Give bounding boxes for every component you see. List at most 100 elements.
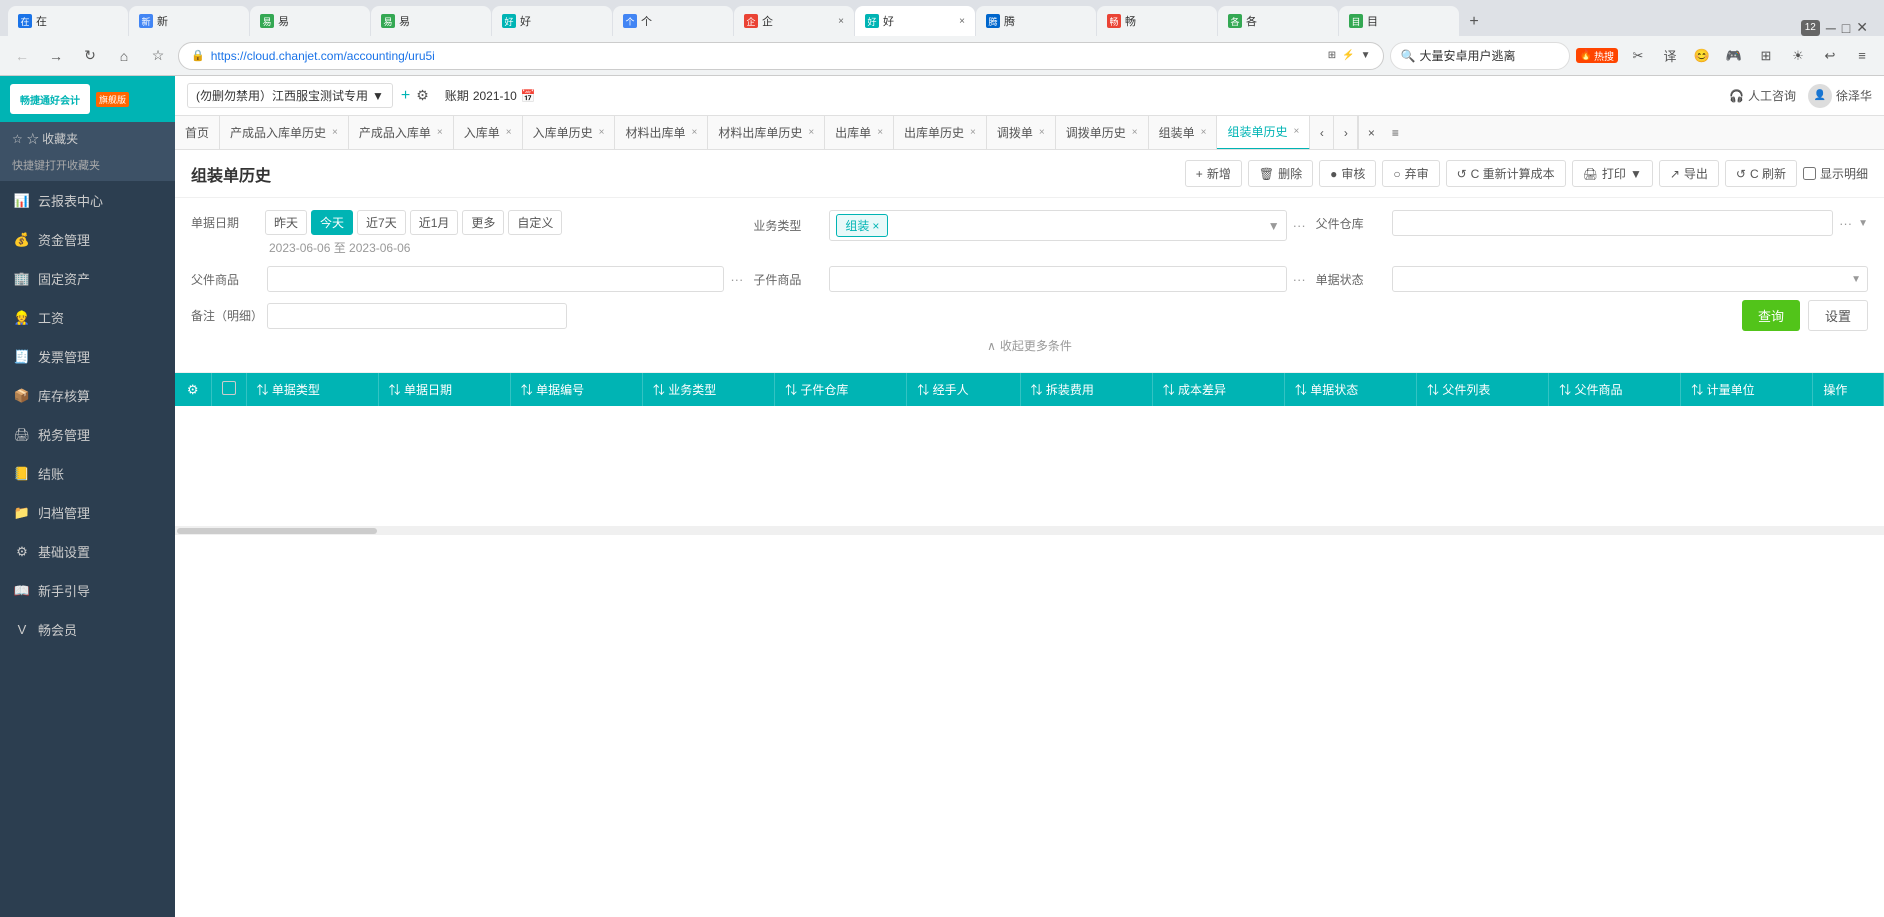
business-type-more[interactable]: ···	[1293, 218, 1306, 233]
browser-tab-1[interactable]: 在 在	[8, 6, 128, 36]
browser-tab-7[interactable]: 企 企 ×	[734, 6, 854, 36]
favorites-section[interactable]: ☆ ☆ 收藏夹	[0, 122, 175, 155]
browser-tab-11[interactable]: 各 各	[1218, 6, 1338, 36]
tab-in-bill[interactable]: 入库单 ×	[454, 116, 523, 150]
browser-tab-5[interactable]: 好 好	[492, 6, 612, 36]
print-button[interactable]: 🖨 打印 ▼	[1572, 160, 1653, 187]
filter-settings-button[interactable]: 设置	[1808, 300, 1868, 331]
address-bar[interactable]: 🔒 https://cloud.chanjet.com/accounting/u…	[178, 42, 1384, 70]
tab-material-out-history[interactable]: 材料出库单历史 ×	[708, 116, 825, 150]
sidebar-item-archive[interactable]: 📁 归档管理	[0, 493, 175, 532]
tab-close-transfer[interactable]: ×	[1039, 127, 1045, 138]
browser-tab-12[interactable]: 目 目	[1339, 6, 1459, 36]
th-parent-goods[interactable]: ⇅ 父件商品	[1549, 373, 1681, 406]
tab-material-out[interactable]: 材料出库单 ×	[615, 116, 708, 150]
tab-home[interactable]: 首页	[175, 116, 220, 150]
child-goods-input[interactable]	[829, 266, 1286, 292]
th-unit[interactable]: ⇅ 计量单位	[1681, 373, 1813, 406]
bookmark-button[interactable]: ☆	[144, 42, 172, 70]
bill-status-select[interactable]: ▼	[1392, 266, 1868, 292]
tab-close-material-out[interactable]: ×	[691, 127, 697, 138]
tab-assembly-history[interactable]: 组装单历史 ×	[1217, 116, 1310, 150]
browser-tab-8[interactable]: 好 好 ×	[855, 6, 975, 36]
tab-close-in-bill[interactable]: ×	[506, 127, 512, 138]
tab-close-material-out-history[interactable]: ×	[808, 127, 814, 138]
parent-goods-more[interactable]: ···	[730, 272, 743, 287]
query-button[interactable]: 查询	[1742, 300, 1800, 331]
refresh-btn[interactable]: ↺ C 刷新	[1725, 160, 1797, 187]
emoji-icon-btn[interactable]: 😊	[1688, 42, 1716, 70]
browser-tab-2[interactable]: 新 新	[129, 6, 249, 36]
sidebar-item-assets[interactable]: 🏢 固定资产	[0, 259, 175, 298]
apps-icon-btn[interactable]: ⊞	[1752, 42, 1780, 70]
tag-remove-icon[interactable]: ×	[872, 219, 879, 233]
company-selector[interactable]: (勿删勿禁用）江西服宝测试专用 ▼	[187, 83, 393, 108]
horizontal-scrollbar[interactable]	[175, 527, 1884, 535]
sidebar-item-settings[interactable]: ⚙ 基础设置	[0, 532, 175, 571]
export-button[interactable]: ↗ 导出	[1659, 160, 1719, 187]
show-detail-checkbox-group[interactable]: 显示明细	[1803, 165, 1868, 182]
sidebar-item-settlement[interactable]: 📒 结账	[0, 454, 175, 493]
today-btn[interactable]: 今天	[311, 210, 353, 235]
sidebar-item-member[interactable]: V 畅会员	[0, 610, 175, 649]
close-button[interactable]: ✕	[1856, 19, 1868, 36]
yesterday-btn[interactable]: 昨天	[265, 210, 307, 235]
new-tab-button[interactable]: +	[1460, 8, 1488, 36]
abandon-button[interactable]: ○ 弃审	[1382, 160, 1439, 187]
browser-tab-10[interactable]: 畅 畅	[1097, 6, 1217, 36]
delete-button[interactable]: 🗑 删除	[1248, 160, 1313, 187]
add-company-btn[interactable]: + ⚙	[401, 87, 429, 105]
sidebar-item-inventory[interactable]: 📦 库存核算	[0, 376, 175, 415]
minimize-button[interactable]: ─	[1826, 20, 1836, 36]
brightness-icon-btn[interactable]: ☀	[1784, 42, 1812, 70]
undo-icon-btn[interactable]: ↩	[1816, 42, 1844, 70]
tab-close-assembly[interactable]: ×	[1201, 127, 1207, 138]
th-bill-status[interactable]: ⇅ 单据状态	[1284, 373, 1416, 406]
tab-close-out-bill[interactable]: ×	[877, 127, 883, 138]
tab-assembly[interactable]: 组装单 ×	[1149, 116, 1218, 150]
refresh-browser-button[interactable]: ↻	[76, 42, 104, 70]
th-handler[interactable]: ⇅ 经手人	[907, 373, 1020, 406]
browser-tab-9[interactable]: 腾 腾	[976, 6, 1096, 36]
business-type-input[interactable]: 组装 × ▼	[829, 210, 1286, 241]
sidebar-item-guide[interactable]: 📖 新手引导	[0, 571, 175, 610]
browser-tab-6[interactable]: 个 个	[613, 6, 733, 36]
search-bar[interactable]: 🔍 大量安卓用户逃离	[1390, 42, 1570, 70]
sidebar-item-tax[interactable]: 🖨 税务管理	[0, 415, 175, 454]
tab-close-transfer-history[interactable]: ×	[1132, 127, 1138, 138]
game-icon-btn[interactable]: 🎮	[1720, 42, 1748, 70]
sidebar-item-invoice[interactable]: 🧾 发票管理	[0, 337, 175, 376]
remark-input[interactable]	[267, 303, 567, 329]
business-type-dropdown-icon[interactable]: ▼	[1268, 219, 1280, 233]
tab-close-in-history[interactable]: ×	[599, 127, 605, 138]
tab-transfer[interactable]: 调拨单 ×	[987, 116, 1056, 150]
th-check[interactable]	[211, 373, 246, 406]
sidebar-item-funds[interactable]: 💰 资金管理	[0, 220, 175, 259]
th-cost-diff[interactable]: ⇅ 成本差异	[1152, 373, 1284, 406]
th-gear[interactable]: ⚙	[175, 373, 211, 406]
period-display[interactable]: 账期 2021-10 📅	[437, 87, 536, 104]
more-tab-action[interactable]: ≡	[1383, 116, 1407, 150]
tab-in-history[interactable]: 入库单历史 ×	[523, 116, 616, 150]
tab-prev-button[interactable]: ‹	[1310, 116, 1334, 150]
sidebar-item-reports[interactable]: 📊 云报表中心	[0, 181, 175, 220]
scissors-icon-btn[interactable]: ✂	[1624, 42, 1652, 70]
maximize-button[interactable]: □	[1842, 20, 1850, 36]
tab-close-8[interactable]: ×	[959, 16, 965, 27]
week-btn[interactable]: 近7天	[357, 210, 406, 235]
th-bill-type[interactable]: ⇅ 单据类型	[246, 373, 378, 406]
month-btn[interactable]: 近1月	[410, 210, 459, 235]
parent-warehouse-input[interactable]	[1392, 210, 1833, 236]
custom-btn[interactable]: 自定义	[508, 210, 562, 235]
menu-icon-btn[interactable]: ≡	[1848, 42, 1876, 70]
home-button[interactable]: ⌂	[110, 42, 138, 70]
collapse-button[interactable]: ∧ 收起更多条件	[191, 331, 1868, 360]
tab-out-history[interactable]: 出库单历史 ×	[894, 116, 987, 150]
tab-close-finished-in[interactable]: ×	[437, 127, 443, 138]
recalc-button[interactable]: ↺ C 重新计算成本	[1446, 160, 1566, 187]
sidebar-item-payroll[interactable]: 👷 工资	[0, 298, 175, 337]
th-child-warehouse[interactable]: ⇅ 子件仓库	[775, 373, 907, 406]
review-button[interactable]: ● 审核	[1319, 160, 1376, 187]
back-button[interactable]: ←	[8, 42, 36, 70]
th-bill-date[interactable]: ⇅ 单据日期	[378, 373, 510, 406]
